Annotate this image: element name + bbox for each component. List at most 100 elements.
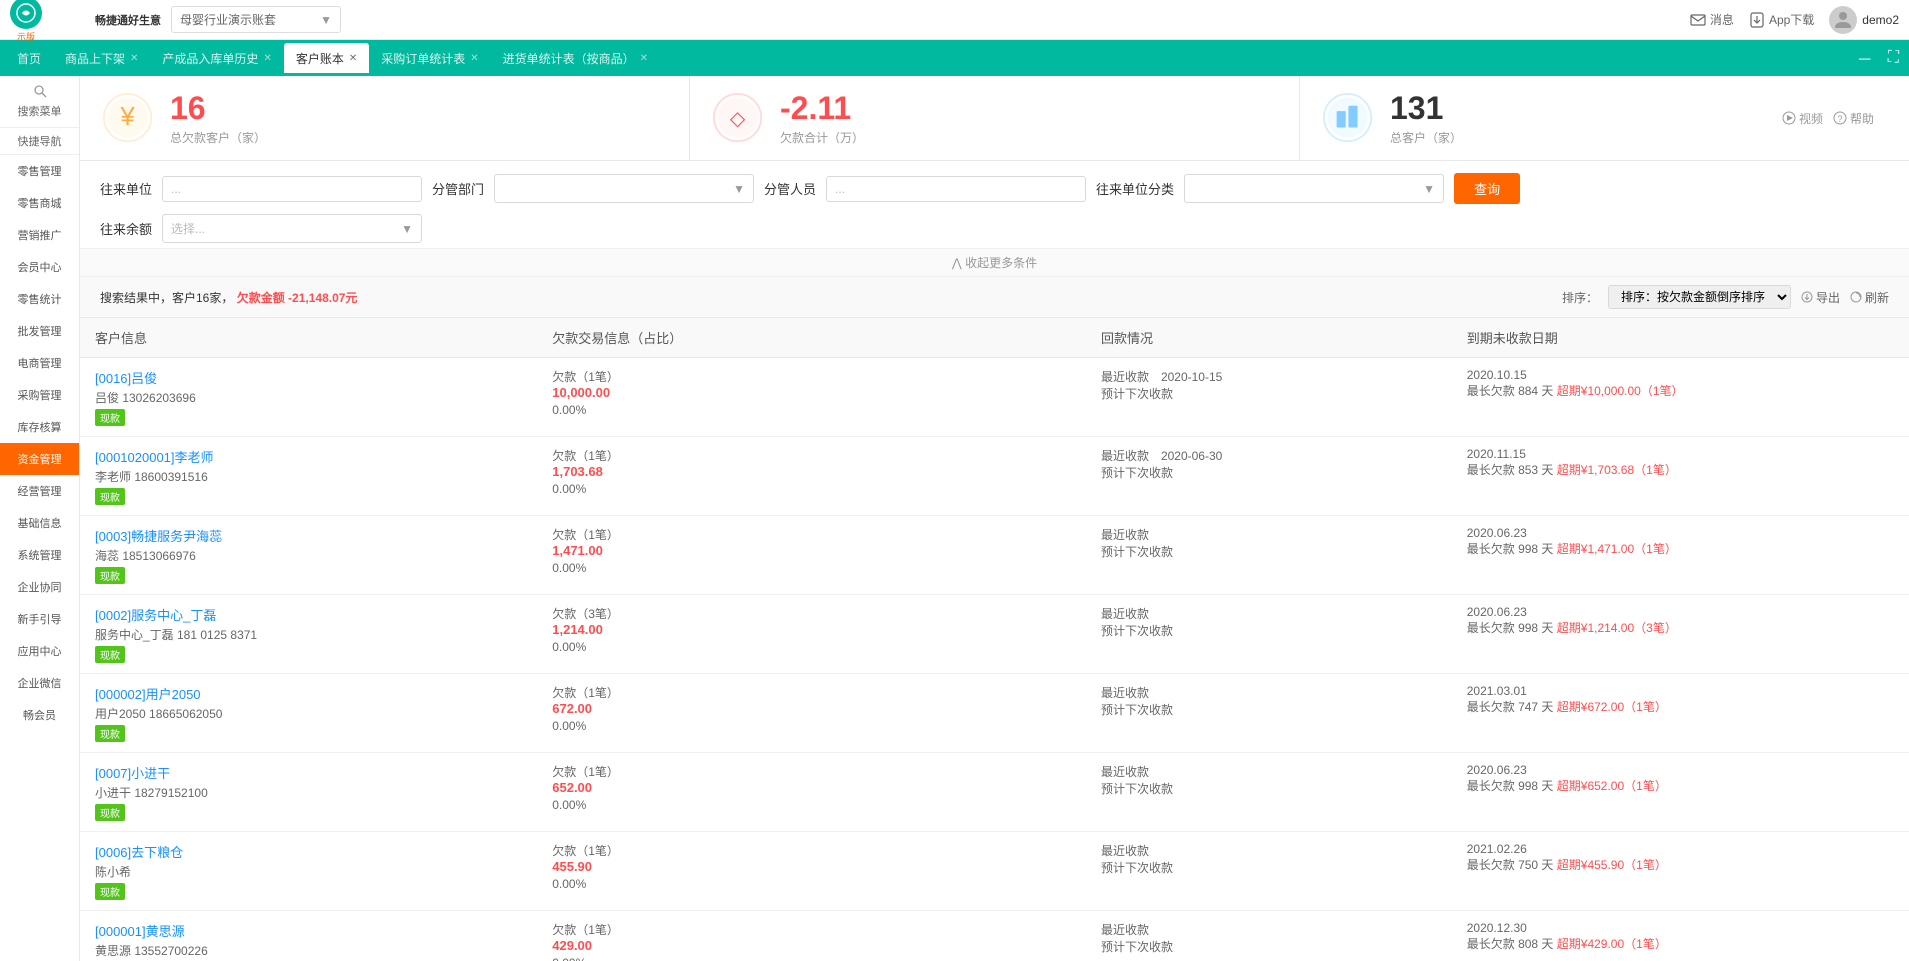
debt-amount-5[interactable]: 652.00 [552,780,1071,795]
overdue-link-0[interactable]: 超期¥10,000.00（1笔） [1557,384,1684,398]
sidebar-search[interactable]: 搜索菜单 [0,76,79,128]
customer-sub-7: 黄思源 13552700226 [95,942,522,959]
sidebar-item-enterprise-collab[interactable]: 企业协同 [0,571,79,603]
repay-next-2: 预计下次收款 [1101,543,1437,560]
avatar [1829,6,1857,34]
close-tab-customer-account[interactable]: ✕ [349,53,357,64]
repay-next-3: 预计下次收款 [1101,622,1437,639]
svg-text:¥: ¥ [119,103,135,131]
debt-percent-4: 0.00% [552,719,1071,733]
tab-production[interactable]: 产成品入库单历史 ✕ [150,43,283,73]
debt-amount-1[interactable]: 1,703.68 [552,464,1071,479]
svg-text:◇: ◇ [729,108,745,130]
filter-label-dept: 分管部门 [432,179,484,198]
tab-customer-account[interactable]: 客户账本 ✕ [284,43,369,73]
close-tab-production[interactable]: ✕ [263,53,271,64]
customer-sub-0: 吕俊 13026203696 [95,389,522,406]
debt-amount-3[interactable]: 1,214.00 [552,622,1071,637]
sidebar-item-retail-mgmt[interactable]: 零售管理 [0,155,79,187]
sidebar-item-guide[interactable]: 新手引导 [0,603,79,635]
sidebar-item-finance[interactable]: 资金管理 [0,443,79,475]
sidebar-quick-nav[interactable]: 快捷导航 [0,128,79,155]
filter-select-balance[interactable]: 选择... ▼ [162,214,422,243]
debt-percent-6: 0.00% [552,877,1071,891]
user-menu[interactable]: demo2 [1829,6,1899,34]
video-help-btn[interactable]: 视频 [1782,110,1823,127]
overdue-link-7[interactable]: 超期¥429.00（1笔） [1557,937,1667,951]
close-tab-products[interactable]: ✕ [130,53,138,64]
help-btn[interactable]: ? 帮助 [1833,110,1874,127]
sidebar-item-app-center[interactable]: 应用中心 [0,635,79,667]
collapse-bar[interactable]: ⋀ 收起更多条件 [80,248,1909,277]
cell-repay-1: 最近收款 2020-06-30 预计下次收款 [1086,437,1452,516]
close-tab-purchase-stats[interactable]: ✕ [640,53,648,64]
table-actions: 排序： 排序：按欠款金额倒序排序 导出 刷新 [1562,285,1889,309]
sort-select[interactable]: 排序：按欠款金额倒序排序 [1608,285,1791,309]
nav-tabs-right: － ⛶ [1852,44,1904,72]
repay-next-1: 预计下次收款 [1101,464,1437,481]
nav-expand-btn[interactable]: ⛶ [1883,47,1904,69]
chevron-down-icon-balance: ▼ [401,222,413,236]
due-date-2: 2020.06.23 [1467,526,1894,540]
overdue-link-3[interactable]: 超期¥1,214.00（3笔） [1557,621,1677,635]
debt-amount-2[interactable]: 1,471.00 [552,543,1071,558]
tab-home[interactable]: 首页 [5,43,53,73]
customer-name-0[interactable]: [0016]吕俊 [95,368,522,387]
debt-amount-6[interactable]: 455.90 [552,859,1071,874]
sidebar-item-member-center[interactable]: 会员中心 [0,251,79,283]
export-btn[interactable]: 导出 [1801,289,1840,306]
tab-purchase-stats[interactable]: 进货单统计表（按商品） ✕ [491,43,660,73]
query-button[interactable]: 查询 [1454,173,1520,204]
close-tab-purchase-order[interactable]: ✕ [470,53,478,64]
customer-name-6[interactable]: [0006]去下粮仓 [95,842,522,861]
sidebar-item-system-mgmt[interactable]: 系统管理 [0,539,79,571]
customer-name-1[interactable]: [0001020001]李老师 [95,447,522,466]
app-download-btn[interactable]: App下载 [1749,11,1814,28]
table-row: [0003]畅捷服务尹海蕊 海蕊 18513066976 现款 欠款（1笔） 1… [80,516,1909,595]
overdue-link-6[interactable]: 超期¥455.90（1笔） [1557,858,1667,872]
customer-name-2[interactable]: [0003]畅捷服务尹海蕊 [95,526,522,545]
sidebar-item-marketing[interactable]: 营销推广 [0,219,79,251]
app-icon [1749,12,1765,28]
tab-purchase-order[interactable]: 采购订单统计表 ✕ [369,43,490,73]
company-selector[interactable]: 母婴行业演示账套 ▼ [171,6,341,33]
overdue-link-2[interactable]: 超期¥1,471.00（1笔） [1557,542,1677,556]
sidebar-item-ecommerce[interactable]: 电商管理 [0,347,79,379]
nav-minus-btn[interactable]: － [1852,44,1878,72]
overdue-link-5[interactable]: 超期¥652.00（1笔） [1557,779,1667,793]
due-date-6: 2021.02.26 [1467,842,1894,856]
overdue-link-4[interactable]: 超期¥672.00（1笔） [1557,700,1667,714]
sidebar-item-retail-stats[interactable]: 零售统计 [0,283,79,315]
overdue-days-4: 最长欠款 747 天 超期¥672.00（1笔） [1467,698,1894,715]
filter-select-category[interactable]: ▼ [1184,174,1444,203]
customer-name-5[interactable]: [0007]小进干 [95,763,522,782]
sidebar-item-enterprise-wechat[interactable]: 企业微信 [0,667,79,699]
repay-label-3: 最近收款 [1101,605,1437,622]
filter-input-unit[interactable]: ... [162,176,422,202]
stat-info-customers: 16 总欠款客户（家） [170,90,669,146]
sidebar-item-retail-mall[interactable]: 零售商城 [0,187,79,219]
debt-amount-4[interactable]: 672.00 [552,701,1071,716]
customer-sub-1: 李老师 18600391516 [95,468,522,485]
cell-customer-2: [0003]畅捷服务尹海蕊 海蕊 18513066976 现款 [80,516,537,595]
debt-amount-0[interactable]: 10,000.00 [552,385,1071,400]
logo-icon [16,3,36,23]
sidebar-item-purchase-mgmt[interactable]: 采购管理 [0,379,79,411]
sidebar-item-chang-member[interactable]: 畅会员 [0,699,79,731]
refresh-btn[interactable]: 刷新 [1850,289,1889,306]
debt-amount-7[interactable]: 429.00 [552,938,1071,953]
sidebar-item-wholesale-mgmt[interactable]: 批发管理 [0,315,79,347]
sidebar-item-inventory[interactable]: 库存核算 [0,411,79,443]
chevron-down-icon-dept: ▼ [733,182,745,196]
customer-name-4[interactable]: [000002]用户2050 [95,684,522,703]
cell-debt-0: 欠款（1笔） 10,000.00 0.00% [537,358,1086,437]
filter-input-person[interactable]: ... [826,176,1086,202]
sidebar-item-basic-info[interactable]: 基础信息 [0,507,79,539]
customer-name-3[interactable]: [0002]服务中心_丁磊 [95,605,522,624]
customer-name-7[interactable]: [000001]黄思源 [95,921,522,940]
filter-select-dept[interactable]: ▼ [494,174,754,203]
sidebar-item-operations[interactable]: 经营管理 [0,475,79,507]
overdue-link-1[interactable]: 超期¥1,703.68（1笔） [1557,463,1677,477]
tab-products[interactable]: 商品上下架 ✕ [53,43,150,73]
message-btn[interactable]: 消息 [1690,11,1734,28]
